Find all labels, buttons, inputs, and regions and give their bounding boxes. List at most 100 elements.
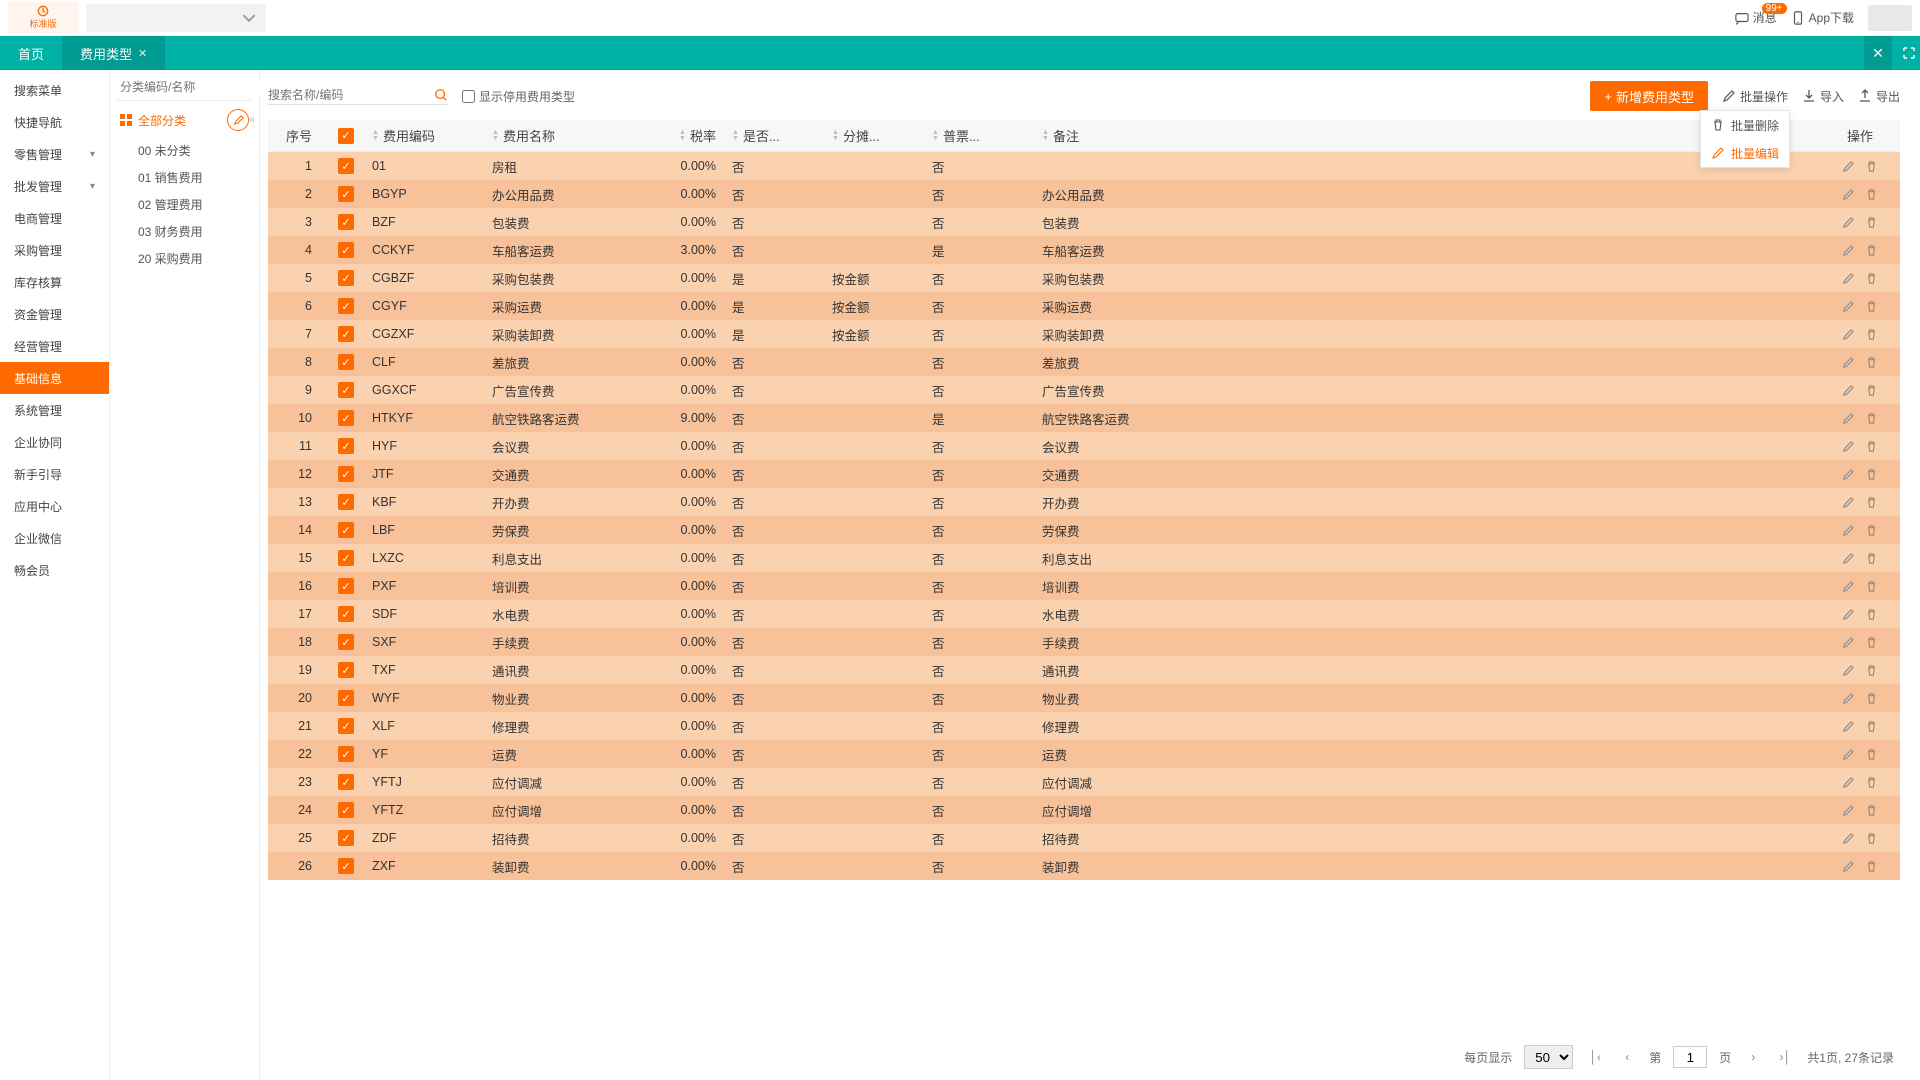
prev-page-button[interactable]: ‹ [1617,1047,1637,1067]
row-edit-button[interactable] [1842,160,1855,173]
cell-checkbox[interactable]: ✓ [328,550,364,566]
cell-checkbox[interactable]: ✓ [328,410,364,426]
row-edit-button[interactable] [1842,188,1855,201]
search-icon[interactable] [434,88,448,102]
table-row[interactable]: 20✓WYF物业费0.00%否否物业费 [268,684,1900,712]
row-delete-button[interactable] [1865,440,1878,453]
batch-edit-item[interactable]: 批量编辑 [1701,139,1789,167]
tabbar-expand-button[interactable] [1898,36,1920,70]
sidebar-item[interactable]: 批发管理▾ [0,170,109,202]
sidebar-item[interactable]: 系统管理 [0,394,109,426]
row-checkbox[interactable]: ✓ [338,718,354,734]
table-row[interactable]: 16✓PXF培训费0.00%否否培训费 [268,572,1900,600]
page-input[interactable] [1673,1046,1707,1068]
close-icon[interactable]: ✕ [138,47,147,60]
row-delete-button[interactable] [1865,748,1878,761]
cell-checkbox[interactable]: ✓ [328,298,364,314]
row-edit-button[interactable] [1842,244,1855,257]
row-edit-button[interactable] [1842,300,1855,313]
row-delete-button[interactable] [1865,356,1878,369]
messages-button[interactable]: 消息 99+ [1735,9,1777,26]
row-checkbox[interactable]: ✓ [338,242,354,258]
row-checkbox[interactable]: ✓ [338,690,354,706]
row-edit-button[interactable] [1842,636,1855,649]
per-page-select[interactable]: 50 [1524,1045,1573,1069]
row-checkbox[interactable]: ✓ [338,326,354,342]
first-page-button[interactable]: │‹ [1585,1047,1605,1067]
row-edit-button[interactable] [1842,356,1855,369]
th-rate[interactable]: ▲▼税率 [644,126,724,145]
table-row[interactable]: 6✓CGYF采购运费0.00%是按金额否采购运费 [268,292,1900,320]
row-delete-button[interactable] [1865,272,1878,285]
row-edit-button[interactable] [1842,832,1855,845]
row-edit-button[interactable] [1842,580,1855,593]
sidebar-item[interactable]: 新手引导 [0,458,109,490]
tree-item[interactable]: 00 未分类 [116,137,253,164]
row-edit-button[interactable] [1842,384,1855,397]
row-checkbox[interactable]: ✓ [338,382,354,398]
cell-checkbox[interactable]: ✓ [328,494,364,510]
table-row[interactable]: 8✓CLF差旅费0.00%否否差旅费 [268,348,1900,376]
cell-checkbox[interactable]: ✓ [328,634,364,650]
cell-checkbox[interactable]: ✓ [328,326,364,342]
cell-checkbox[interactable]: ✓ [328,802,364,818]
row-delete-button[interactable] [1865,608,1878,621]
row-edit-button[interactable] [1842,412,1855,425]
show-disabled-input[interactable] [462,90,475,103]
row-edit-button[interactable] [1842,524,1855,537]
table-row[interactable]: 1✓01房租0.00%否否 [268,152,1900,180]
row-checkbox[interactable]: ✓ [338,578,354,594]
th-checkbox[interactable]: ✓ [328,128,364,144]
tree-all-category[interactable]: 全部分类 [120,112,186,129]
sidebar-item[interactable]: 库存核算 [0,266,109,298]
row-delete-button[interactable] [1865,832,1878,845]
row-delete-button[interactable] [1865,160,1878,173]
row-edit-button[interactable] [1842,860,1855,873]
batch-action-button[interactable]: 批量操作 [1722,88,1788,105]
tree-item[interactable]: 20 采购费用 [116,245,253,272]
sidebar-item[interactable]: 资金管理 [0,298,109,330]
table-row[interactable]: 18✓SXF手续费0.00%否否手续费 [268,628,1900,656]
sidebar-item[interactable]: 快捷导航 [0,106,109,138]
row-checkbox[interactable]: ✓ [338,522,354,538]
row-checkbox[interactable]: ✓ [338,298,354,314]
table-row[interactable]: 15✓LXZC利息支出0.00%否否利息支出 [268,544,1900,572]
show-disabled-checkbox[interactable]: 显示停用费用类型 [462,88,575,105]
cell-checkbox[interactable]: ✓ [328,662,364,678]
th-is[interactable]: ▲▼是否... [724,126,824,145]
cell-checkbox[interactable]: ✓ [328,186,364,202]
table-row[interactable]: 19✓TXF通讯费0.00%否否通讯费 [268,656,1900,684]
tree-item[interactable]: 03 财务费用 [116,218,253,245]
sidebar-item[interactable]: 应用中心 [0,490,109,522]
th-idx[interactable]: 序号 [268,126,328,145]
sidebar-item[interactable]: 零售管理▾ [0,138,109,170]
row-delete-button[interactable] [1865,188,1878,201]
row-checkbox[interactable]: ✓ [338,438,354,454]
app-download-button[interactable]: App下载 [1791,9,1854,26]
row-delete-button[interactable] [1865,552,1878,565]
add-fee-type-button[interactable]: + 新增费用类型 [1590,81,1708,111]
row-edit-button[interactable] [1842,804,1855,817]
row-edit-button[interactable] [1842,496,1855,509]
org-selector[interactable] [86,4,266,32]
table-row[interactable]: 21✓XLF修理费0.00%否否修理费 [268,712,1900,740]
cell-checkbox[interactable]: ✓ [328,354,364,370]
row-delete-button[interactable] [1865,216,1878,229]
th-code[interactable]: ▲▼费用编码 [364,126,484,145]
row-edit-button[interactable] [1842,776,1855,789]
table-row[interactable]: 5✓CGBZF采购包装费0.00%是按金额否采购包装费 [268,264,1900,292]
row-edit-button[interactable] [1842,608,1855,621]
row-checkbox[interactable]: ✓ [338,746,354,762]
row-delete-button[interactable] [1865,692,1878,705]
row-checkbox[interactable]: ✓ [338,858,354,874]
table-row[interactable]: 22✓YF运费0.00%否否运费 [268,740,1900,768]
row-checkbox[interactable]: ✓ [338,774,354,790]
table-row[interactable]: 12✓JTF交通费0.00%否否交通费 [268,460,1900,488]
sidebar-item[interactable]: 基础信息 [0,362,109,394]
row-delete-button[interactable] [1865,804,1878,817]
avatar[interactable] [1868,5,1912,31]
table-row[interactable]: 26✓ZXF装卸费0.00%否否装卸费 [268,852,1900,880]
row-edit-button[interactable] [1842,328,1855,341]
sidebar-item[interactable]: 企业微信 [0,522,109,554]
row-checkbox[interactable]: ✓ [338,494,354,510]
